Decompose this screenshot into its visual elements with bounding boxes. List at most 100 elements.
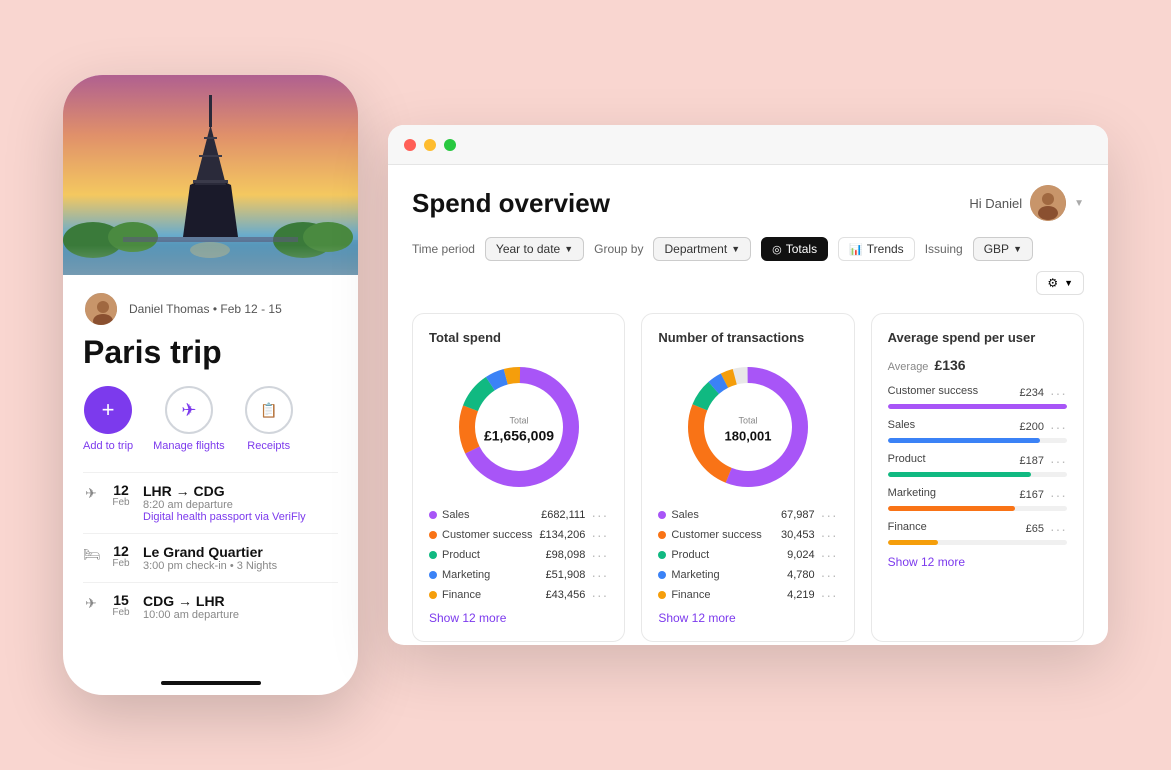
- user-greeting-area: Hi Daniel ▼: [969, 185, 1084, 221]
- totals-button[interactable]: ◎ Totals: [761, 237, 828, 261]
- minimize-button[interactable]: [424, 139, 436, 151]
- transactions-show-more[interactable]: Show 12 more: [658, 611, 837, 625]
- bar-row-3: Marketing £167 ···: [888, 487, 1067, 511]
- avg-spend-card: Average spend per user Average £136 Cust…: [871, 313, 1084, 642]
- trends-button[interactable]: 📊 Trends: [838, 237, 915, 261]
- window-header: Spend overview Hi Daniel ▼: [412, 185, 1084, 221]
- bar-value-0: £234: [1020, 387, 1044, 399]
- avatar: [83, 291, 119, 327]
- receipts-action[interactable]: 📋 Receipts: [245, 386, 293, 452]
- user-greeting-text: Hi Daniel: [969, 196, 1022, 211]
- phone-hero-image: [63, 75, 358, 275]
- trip-title: Paris trip: [83, 335, 338, 370]
- maximize-button[interactable]: [444, 139, 456, 151]
- avg-spend-show-more[interactable]: Show 12 more: [888, 555, 1067, 569]
- time-period-label: Time period: [412, 242, 475, 256]
- item-date-1: 12 Feb: [109, 544, 133, 569]
- chevron-icon: ▼: [564, 244, 573, 254]
- window-titlebar: [388, 125, 1108, 165]
- total-spend-title: Total spend: [429, 330, 608, 345]
- group-by-label: Group by: [594, 242, 643, 256]
- bar-value-1: £200: [1020, 421, 1044, 433]
- legend-item-0: Sales £682,111···: [429, 507, 608, 523]
- itinerary-item-2: ✈ 15 Feb CDG → LHR 10:00 am departure: [83, 582, 338, 631]
- transactions-donut: Total 180,001: [658, 357, 837, 497]
- flight-icon-0: ✈: [83, 485, 99, 502]
- svg-text:£1,656,009: £1,656,009: [484, 428, 554, 444]
- avg-spend-bars: Customer success £234 ··· Sale: [888, 385, 1067, 545]
- hotel-icon-1: 🛏: [83, 546, 99, 563]
- scene: Daniel Thomas • Feb 12 - 15 Paris trip +…: [63, 75, 1108, 695]
- legend-item-2: Product £98,098···: [429, 547, 608, 563]
- manage-flights-action[interactable]: ✈ Manage flights: [153, 386, 225, 452]
- phone-mockup: Daniel Thomas • Feb 12 - 15 Paris trip +…: [63, 75, 358, 695]
- add-to-trip-action[interactable]: + Add to trip: [83, 386, 133, 452]
- bar-value-3: £167: [1020, 489, 1044, 501]
- receipts-label: Receipts: [247, 440, 290, 452]
- svg-text:180,001: 180,001: [724, 428, 771, 443]
- desktop-window: Spend overview Hi Daniel ▼ Time period: [388, 125, 1108, 645]
- desktop-avatar: [1030, 185, 1066, 221]
- bar-row-1: Sales £200 ···: [888, 419, 1067, 443]
- issuing-label: Issuing: [925, 242, 963, 256]
- bar-menu-4[interactable]: ···: [1050, 521, 1067, 537]
- currency-dropdown[interactable]: GBP ▼: [973, 237, 1033, 261]
- chevron-icon-3: ▼: [1013, 244, 1022, 254]
- receipts-icon: 📋: [245, 386, 293, 434]
- bar-chart-icon: 📊: [849, 243, 863, 256]
- time-period-dropdown[interactable]: Year to date ▼: [485, 237, 584, 261]
- avg-header: Average £136: [888, 357, 1067, 373]
- tx-legend-1: Customer success 30,453···: [658, 527, 837, 543]
- itinerary-item-1: 🛏 12 Feb Le Grand Quartier 3:00 pm check…: [83, 533, 338, 582]
- bar-row-2: Product £187 ···: [888, 453, 1067, 477]
- bar-value-4: £65: [1026, 523, 1044, 535]
- chevron-icon-4: ▼: [1064, 278, 1073, 288]
- legend-item-3: Marketing £51,908···: [429, 567, 608, 583]
- page-title: Spend overview: [412, 188, 610, 219]
- phone-actions-row: + Add to trip ✈ Manage flights 📋 Receipt…: [83, 386, 338, 452]
- total-spend-card: Total spend: [412, 313, 625, 642]
- phone-itinerary: ✈ 12 Feb LHR → CDG 8:20 am departure Dig…: [83, 472, 338, 631]
- item-body-1: Le Grand Quartier 3:00 pm check-in • 3 N…: [143, 544, 338, 572]
- avg-label: Average: [888, 361, 929, 373]
- trip-dates: Feb 12 - 15: [220, 302, 281, 316]
- total-spend-show-more[interactable]: Show 12 more: [429, 611, 608, 625]
- bar-menu-3[interactable]: ···: [1050, 487, 1067, 503]
- legend-item-1: Customer success £134,206···: [429, 527, 608, 543]
- add-to-trip-icon: +: [84, 386, 132, 434]
- bar-menu-0[interactable]: ···: [1050, 385, 1067, 401]
- bar-label-0: Customer success: [888, 385, 978, 401]
- item-body-0: LHR → CDG 8:20 am departure Digital heal…: [143, 483, 338, 523]
- chevron-icon-2: ▼: [731, 244, 740, 254]
- item-date-2: 15 Feb: [109, 593, 133, 618]
- bar-label-2: Product: [888, 453, 926, 469]
- tx-legend-3: Marketing 4,780···: [658, 567, 837, 583]
- bar-menu-1[interactable]: ···: [1050, 419, 1067, 435]
- close-button[interactable]: [404, 139, 416, 151]
- bar-label-4: Finance: [888, 521, 927, 537]
- tx-legend-2: Product 9,024···: [658, 547, 837, 563]
- item-body-2: CDG → LHR 10:00 am departure: [143, 593, 338, 621]
- tx-legend-0: Sales 67,987···: [658, 507, 837, 523]
- manage-flights-label: Manage flights: [153, 440, 225, 452]
- legend-item-4: Finance £43,456···: [429, 587, 608, 603]
- manage-flights-icon: ✈: [165, 386, 213, 434]
- phone-content: Daniel Thomas • Feb 12 - 15 Paris trip +…: [63, 275, 358, 647]
- chevron-down-icon[interactable]: ▼: [1074, 198, 1084, 209]
- user-name: Daniel Thomas: [129, 302, 209, 316]
- filter-button[interactable]: ⚙ ▼: [1036, 271, 1084, 295]
- home-indicator: [161, 681, 261, 685]
- bar-row-0: Customer success £234 ···: [888, 385, 1067, 409]
- cards-row: Total spend: [412, 313, 1084, 642]
- avg-value: £136: [934, 357, 965, 373]
- toolbar: Time period Year to date ▼ Group by Depa…: [412, 237, 1084, 295]
- window-body: Spend overview Hi Daniel ▼ Time period: [388, 165, 1108, 645]
- total-spend-donut: Total £1,656,009: [429, 357, 608, 497]
- tx-legend-4: Finance 4,219···: [658, 587, 837, 603]
- bar-label-1: Sales: [888, 419, 916, 435]
- transactions-legend: Sales 67,987··· Customer success 30,453·…: [658, 507, 837, 603]
- bar-label-3: Marketing: [888, 487, 936, 503]
- bar-menu-2[interactable]: ···: [1050, 453, 1067, 469]
- flight-icon-2: ✈: [83, 595, 99, 612]
- group-by-dropdown[interactable]: Department ▼: [653, 237, 751, 261]
